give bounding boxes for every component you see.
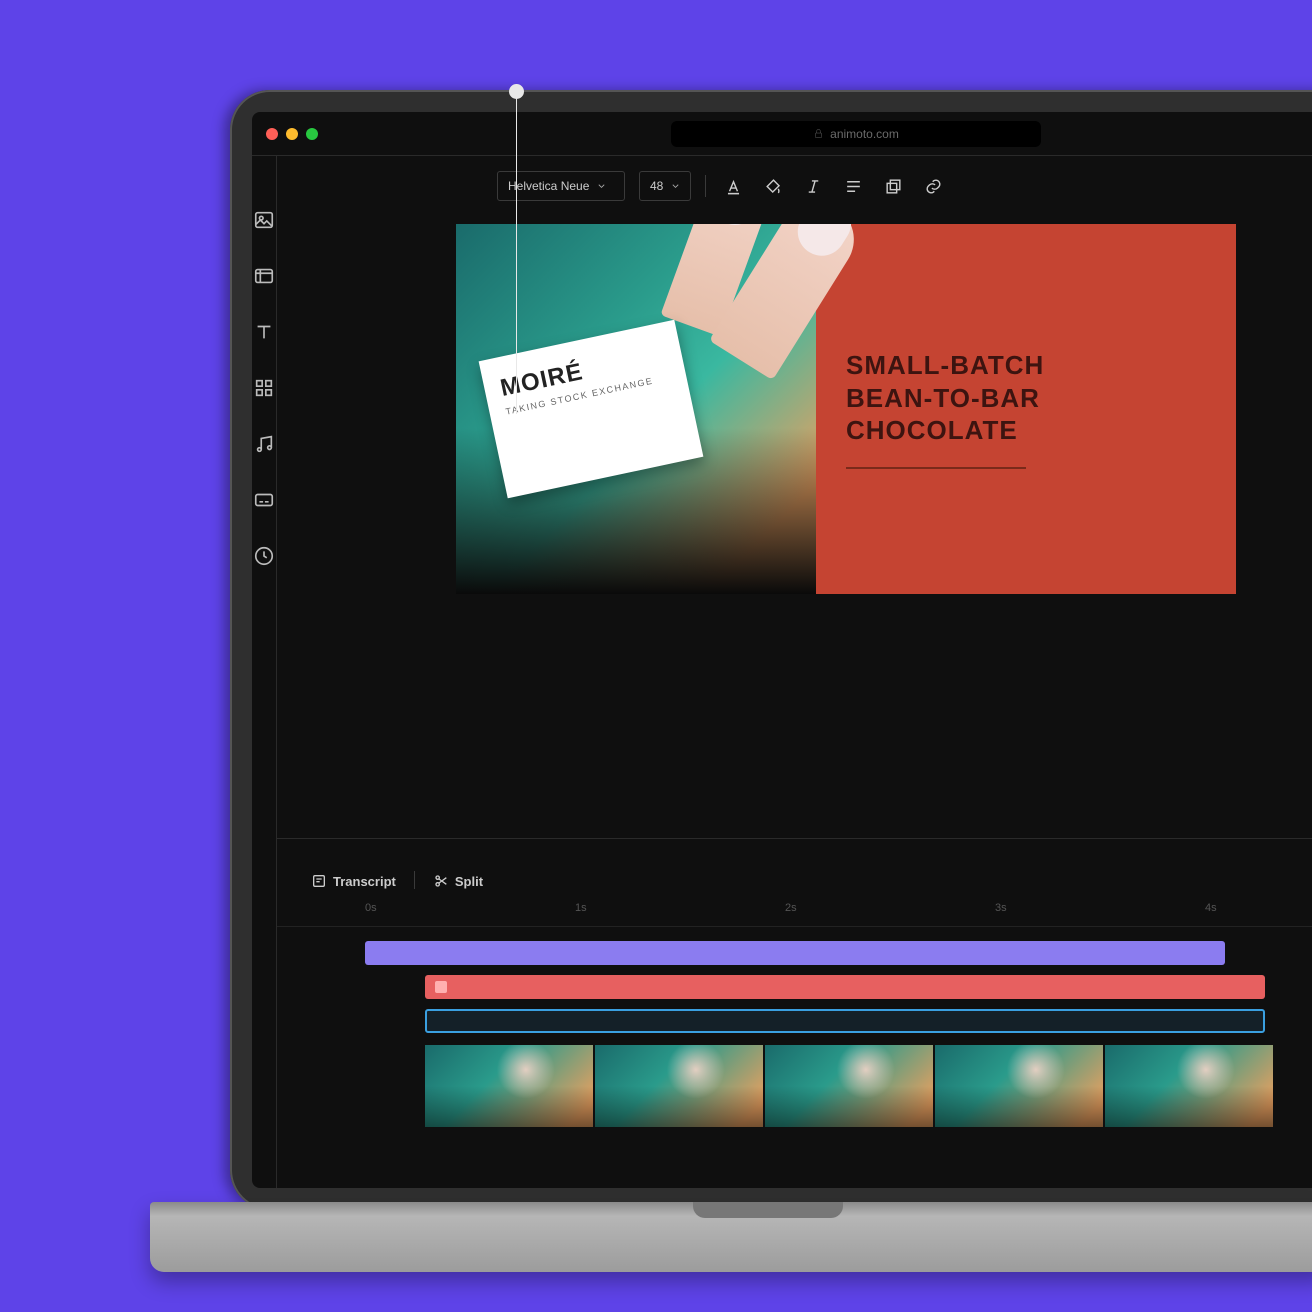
transcript-label: Transcript <box>333 874 396 889</box>
subtitle-icon <box>253 489 275 511</box>
time-mark: 3s <box>995 902 1205 914</box>
time-mark: 4s <box>1205 902 1312 914</box>
elements-icon <box>253 377 275 399</box>
url-text: animoto.com <box>830 127 899 141</box>
timeline-toolbar: Transcript Split <box>277 839 1312 889</box>
align-button[interactable] <box>840 173 866 199</box>
laptop-mockup: animoto.com Helvetica Neue 48 <box>230 90 1312 1210</box>
image-clip[interactable] <box>425 1009 1265 1033</box>
image-icon <box>253 209 275 231</box>
close-window-button[interactable] <box>266 128 278 140</box>
main-area: Helvetica Neue 48 MOIRÉ TAKING STO <box>277 156 1312 1188</box>
font-size-label: 48 <box>650 179 663 193</box>
maximize-window-button[interactable] <box>306 128 318 140</box>
sidebar <box>252 156 277 1188</box>
font-size-select[interactable]: 48 <box>639 171 691 201</box>
highlight-button[interactable] <box>760 173 786 199</box>
audio-tab[interactable] <box>252 432 276 456</box>
fill-icon <box>764 177 783 196</box>
headline-line-1: SMALL-BATCH <box>846 349 1206 382</box>
laptop-bezel: animoto.com Helvetica Neue 48 <box>230 90 1312 1210</box>
text-color-icon <box>724 177 743 196</box>
window-controls <box>266 128 318 140</box>
video-frame <box>595 1045 763 1127</box>
video-clip[interactable] <box>425 1045 1312 1127</box>
headline-line-2: BEAN-TO-BAR <box>846 382 1206 415</box>
shape-clip[interactable] <box>425 975 1265 999</box>
headline-line-3: CHOCOLATE <box>846 414 1206 447</box>
transcript-icon <box>311 873 327 889</box>
video-frame <box>425 1045 593 1127</box>
headline-divider <box>846 467 1026 469</box>
align-icon <box>844 177 863 196</box>
video-frame <box>935 1045 1103 1127</box>
split-label: Split <box>455 874 483 889</box>
playhead[interactable] <box>516 112 517 414</box>
time-ruler[interactable]: 0s 1s 2s 3s 4s <box>277 889 1312 927</box>
split-button[interactable]: Split <box>433 873 483 889</box>
time-tab[interactable] <box>252 544 276 568</box>
font-family-label: Helvetica Neue <box>508 179 589 193</box>
editor-app: Helvetica Neue 48 MOIRÉ TAKING STO <box>252 156 1312 1188</box>
time-mark: 2s <box>785 902 995 914</box>
video-frame <box>1105 1045 1273 1127</box>
app-screen: animoto.com Helvetica Neue 48 <box>252 112 1312 1188</box>
clip-thumb-icon <box>435 981 447 993</box>
music-icon <box>253 433 275 455</box>
subtitle-tab[interactable] <box>252 488 276 512</box>
layer-icon <box>884 177 903 196</box>
text-color-button[interactable] <box>720 173 746 199</box>
scissors-icon <box>433 873 449 889</box>
link-button[interactable] <box>920 173 946 199</box>
link-icon <box>924 177 943 196</box>
clock-icon <box>253 545 275 567</box>
preview-image: MOIRÉ TAKING STOCK EXCHANGE <box>456 224 816 594</box>
address-bar[interactable]: animoto.com <box>671 121 1041 147</box>
chevron-down-icon <box>597 182 606 191</box>
italic-icon <box>804 177 823 196</box>
video-preview[interactable]: MOIRÉ TAKING STOCK EXCHANGE SMALL-BATCH … <box>456 224 1236 594</box>
canvas[interactable]: MOIRÉ TAKING STOCK EXCHANGE SMALL-BATCH … <box>277 216 1312 838</box>
text-tab[interactable] <box>252 320 276 344</box>
video-icon <box>253 265 275 287</box>
time-mark: 0s <box>365 902 575 914</box>
text-clip[interactable] <box>365 941 1225 965</box>
video-frame <box>765 1045 933 1127</box>
laptop-base <box>150 1202 1312 1272</box>
layer-button[interactable] <box>880 173 906 199</box>
product-card: MOIRÉ TAKING STOCK EXCHANGE <box>479 320 704 499</box>
timeline-tracks <box>277 927 1312 1188</box>
toolbar-separator <box>705 175 706 197</box>
minimize-window-button[interactable] <box>286 128 298 140</box>
lock-icon <box>813 128 824 139</box>
video-tab[interactable] <box>252 264 276 288</box>
image-tab[interactable] <box>252 208 276 232</box>
chevron-down-icon <box>671 182 680 191</box>
time-mark: 1s <box>575 902 785 914</box>
toolbar-separator <box>414 871 415 889</box>
headline-panel[interactable]: SMALL-BATCH BEAN-TO-BAR CHOCOLATE <box>816 224 1236 594</box>
text-icon <box>253 321 275 343</box>
elements-tab[interactable] <box>252 376 276 400</box>
browser-titlebar: animoto.com <box>252 112 1312 156</box>
text-toolbar: Helvetica Neue 48 <box>277 156 1312 216</box>
transcript-button[interactable]: Transcript <box>311 873 396 889</box>
style-button[interactable] <box>800 173 826 199</box>
timeline-panel: Transcript Split 0s 1s 2s 3s 4s <box>277 838 1312 1188</box>
